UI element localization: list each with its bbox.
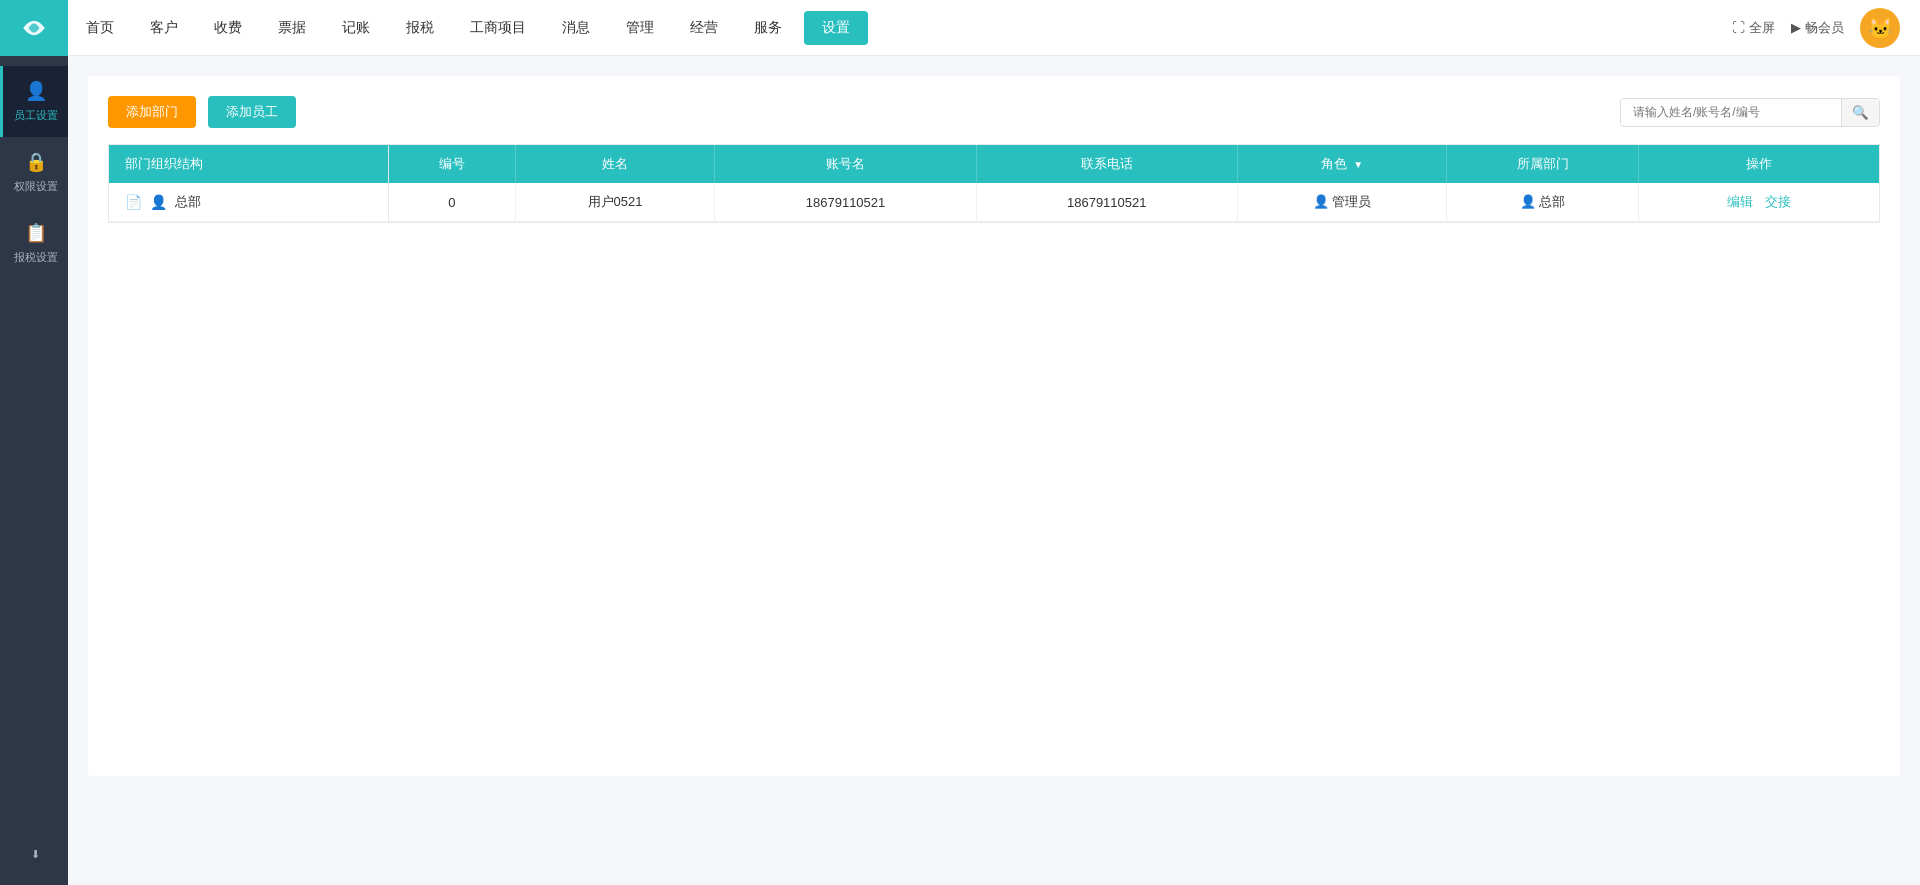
fullscreen-label: 全屏 bbox=[1749, 19, 1775, 37]
cell-actions: 编辑 交接 bbox=[1639, 183, 1879, 222]
left-panel: 部门组织结构 📄 👤 总部 bbox=[108, 144, 388, 223]
search-button[interactable]: 🔍 bbox=[1841, 99, 1879, 126]
search-input[interactable] bbox=[1621, 99, 1841, 125]
nav-operation[interactable]: 经营 bbox=[672, 0, 736, 55]
nav-message[interactable]: 消息 bbox=[544, 0, 608, 55]
dept-item-general[interactable]: 📄 👤 总部 bbox=[109, 183, 388, 222]
sidebar-label-permission: 权限设置 bbox=[14, 179, 58, 194]
search-box: 🔍 bbox=[1620, 98, 1880, 127]
nav-bill[interactable]: 票据 bbox=[260, 0, 324, 55]
nav-menu: 首页 客户 收费 票据 记账 报税 工商项目 消息 管理 经营 服务 设置 bbox=[68, 0, 1732, 55]
nav-client[interactable]: 客户 bbox=[132, 0, 196, 55]
add-dept-button[interactable]: 添加部门 bbox=[108, 96, 196, 128]
col-number: 编号 bbox=[389, 145, 515, 183]
sidebar-bottom: ⬇ bbox=[0, 834, 68, 885]
col-role-label: 角色 bbox=[1321, 156, 1347, 171]
filter-icon: ▼ bbox=[1353, 159, 1363, 170]
tax-settings-icon: 📋 bbox=[25, 222, 47, 244]
col-phone: 联系电话 bbox=[976, 145, 1237, 183]
employee-table: 编号 姓名 账号名 联系电话 角色 ▼ 所属部门 操作 bbox=[389, 145, 1879, 222]
col-action: 操作 bbox=[1639, 145, 1879, 183]
sidebar-download[interactable]: ⬇ bbox=[0, 834, 68, 875]
col-dept: 所属部门 bbox=[1446, 145, 1638, 183]
sidebar-label-tax-settings: 报税设置 bbox=[14, 250, 58, 265]
user-avatar[interactable]: 🐱 bbox=[1860, 8, 1900, 48]
main-layout: 👤 员工设置 🔒 权限设置 📋 报税设置 ⬇ 添加部门 添加员工 bbox=[0, 56, 1920, 885]
logo[interactable] bbox=[0, 0, 68, 56]
search-icon: 🔍 bbox=[1852, 105, 1869, 120]
dept-label: 总部 bbox=[1539, 194, 1565, 209]
fullscreen-button[interactable]: ⛶ 全屏 bbox=[1732, 19, 1775, 37]
permission-icon: 🔒 bbox=[25, 151, 47, 173]
file-icon: 📄 bbox=[125, 194, 142, 210]
nav-manage[interactable]: 管理 bbox=[608, 0, 672, 55]
nav-bookkeeping[interactable]: 记账 bbox=[324, 0, 388, 55]
dept-user-icon: 👤 bbox=[150, 194, 167, 210]
top-navigation: 首页 客户 收费 票据 记账 报税 工商项目 消息 管理 经营 服务 设置 ⛶ … bbox=[0, 0, 1920, 56]
main-content: 添加部门 添加员工 🔍 部门组织结构 📄 👤 总部 bbox=[68, 56, 1920, 885]
dept-tree-header: 部门组织结构 bbox=[109, 145, 388, 183]
sidebar: 👤 员工设置 🔒 权限设置 📋 报税设置 ⬇ bbox=[0, 56, 68, 885]
nav-home[interactable]: 首页 bbox=[68, 0, 132, 55]
col-account: 账号名 bbox=[715, 145, 976, 183]
vip-icon: ▶ bbox=[1791, 20, 1801, 35]
table-row: 0 用户0521 18679110521 18679110521 👤 管理员 👤 bbox=[389, 183, 1879, 222]
nav-settings[interactable]: 设置 bbox=[804, 11, 868, 45]
nav-service[interactable]: 服务 bbox=[736, 0, 800, 55]
right-panel: 编号 姓名 账号名 联系电话 角色 ▼ 所属部门 操作 bbox=[388, 144, 1880, 223]
nav-right-area: ⛶ 全屏 ▶ 畅会员 🐱 bbox=[1732, 8, 1900, 48]
toolbar: 添加部门 添加员工 🔍 bbox=[108, 96, 1880, 128]
vip-button[interactable]: ▶ 畅会员 bbox=[1791, 19, 1844, 37]
cell-role: 👤 管理员 bbox=[1237, 183, 1446, 222]
dept-user-icon-cell: 👤 bbox=[1520, 194, 1536, 209]
nav-fee[interactable]: 收费 bbox=[196, 0, 260, 55]
panel-layout: 部门组织结构 📄 👤 总部 编号 姓名 账号名 bbox=[108, 144, 1880, 223]
download-icon: ⬇ bbox=[31, 848, 40, 861]
cell-name: 用户0521 bbox=[515, 183, 715, 222]
nav-tax[interactable]: 报税 bbox=[388, 0, 452, 55]
col-role[interactable]: 角色 ▼ bbox=[1237, 145, 1446, 183]
fullscreen-icon: ⛶ bbox=[1732, 20, 1745, 35]
employee-icon: 👤 bbox=[25, 80, 47, 102]
sidebar-item-tax-settings[interactable]: 📋 报税设置 bbox=[0, 208, 68, 279]
sidebar-item-employee[interactable]: 👤 员工设置 bbox=[0, 66, 68, 137]
edit-button[interactable]: 编辑 bbox=[1723, 193, 1757, 211]
cell-account: 18679110521 bbox=[715, 183, 976, 222]
add-employee-button[interactable]: 添加员工 bbox=[208, 96, 296, 128]
sidebar-label-employee: 员工设置 bbox=[14, 108, 58, 123]
cell-phone: 18679110521 bbox=[976, 183, 1237, 222]
transfer-button[interactable]: 交接 bbox=[1761, 193, 1795, 211]
content-card: 添加部门 添加员工 🔍 部门组织结构 📄 👤 总部 bbox=[88, 76, 1900, 776]
dept-name: 总部 bbox=[175, 193, 201, 211]
sidebar-item-permission[interactable]: 🔒 权限设置 bbox=[0, 137, 68, 208]
col-name: 姓名 bbox=[515, 145, 715, 183]
table-header-row: 编号 姓名 账号名 联系电话 角色 ▼ 所属部门 操作 bbox=[389, 145, 1879, 183]
role-label: 管理员 bbox=[1332, 194, 1371, 209]
nav-business[interactable]: 工商项目 bbox=[452, 0, 544, 55]
cell-number: 0 bbox=[389, 183, 515, 222]
role-user-icon: 👤 bbox=[1313, 194, 1329, 209]
cell-dept: 👤 总部 bbox=[1446, 183, 1638, 222]
vip-label: 畅会员 bbox=[1805, 19, 1844, 37]
